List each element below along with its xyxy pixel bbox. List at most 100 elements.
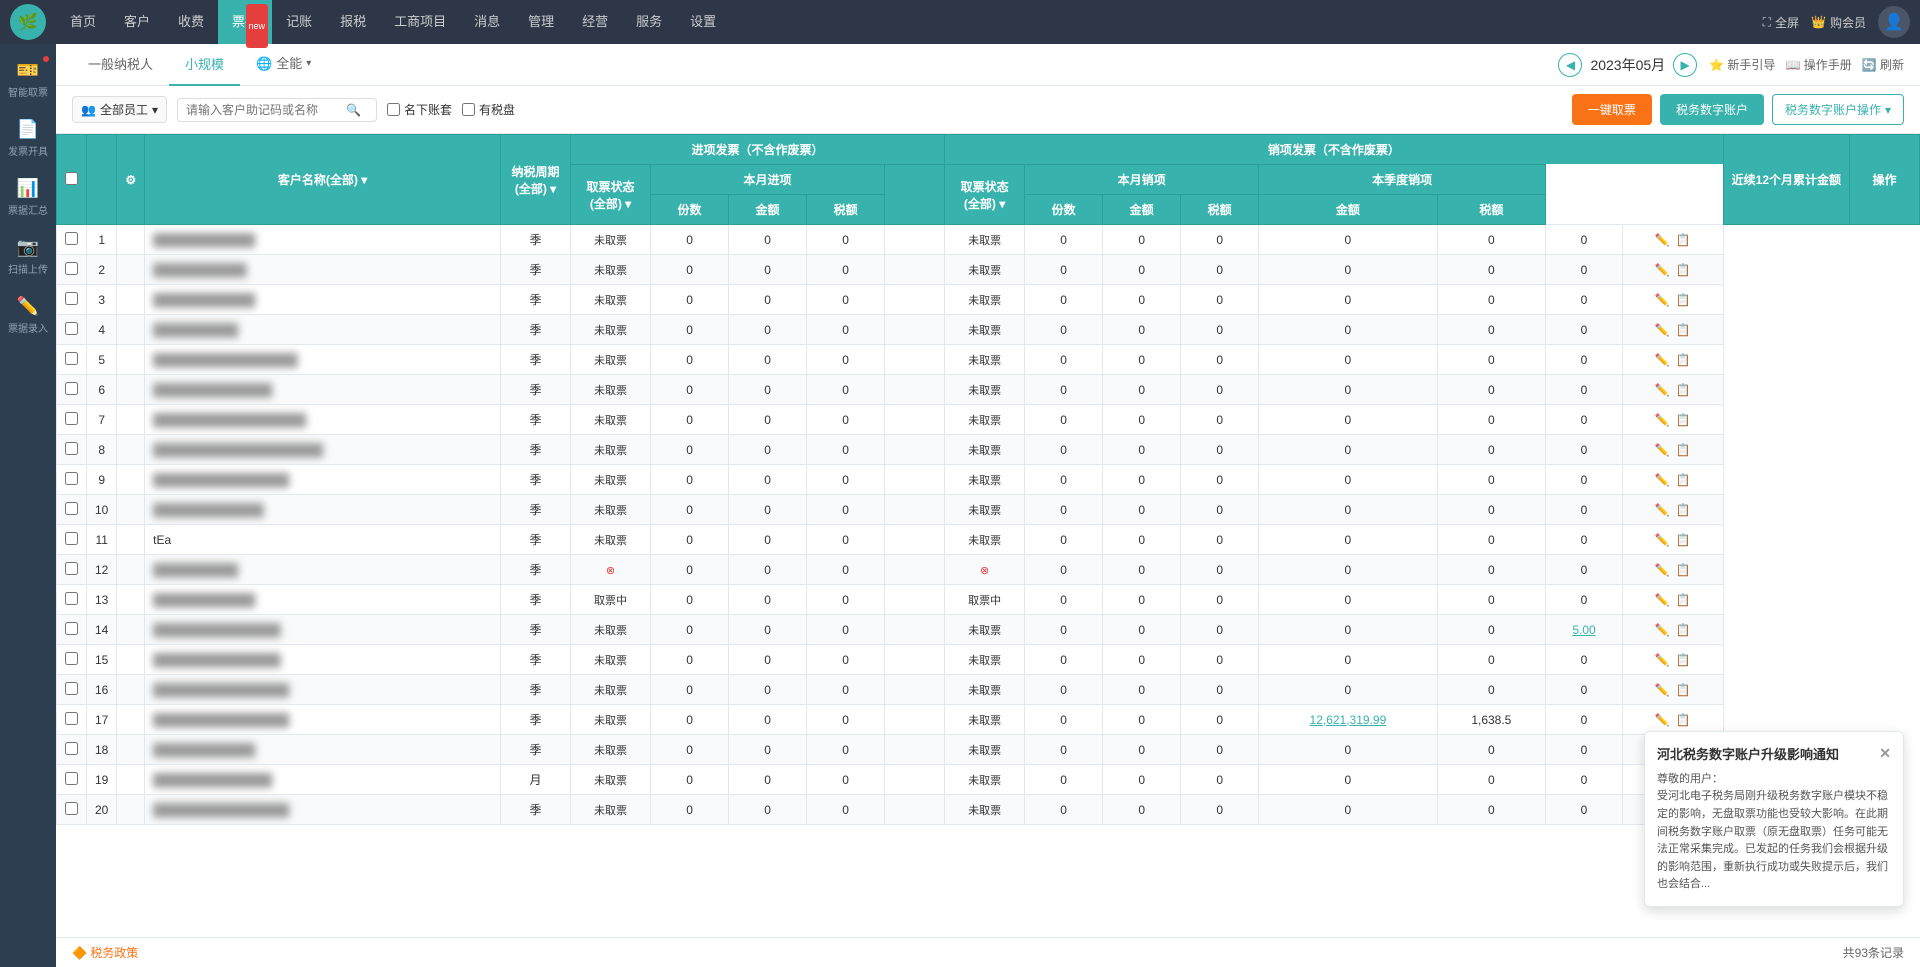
row-checkbox[interactable] <box>65 652 78 665</box>
copy-icon[interactable]: 📋 <box>1676 473 1691 487</box>
nav-service[interactable]: 服务 <box>622 0 676 44</box>
sidebar-item-scan[interactable]: 📷 扫描上传 <box>3 229 53 284</box>
tax-policy-link[interactable]: 🔶 税务政策 <box>72 944 138 961</box>
checkbox-tax-disk-input[interactable] <box>462 103 475 116</box>
edit-icon[interactable]: ✏️ <box>1655 443 1670 457</box>
checkbox-tax-disk[interactable]: 有税盘 <box>462 101 515 118</box>
edit-icon[interactable]: ✏️ <box>1655 323 1670 337</box>
fullscreen-btn[interactable]: ⛶ 全屏 <box>1763 14 1799 31</box>
digital-account-ops-btn[interactable]: 税务数字账户操作 ▾ <box>1772 94 1904 125</box>
edit-icon[interactable]: ✏️ <box>1655 533 1670 547</box>
row-checkbox[interactable] <box>65 412 78 425</box>
copy-icon[interactable]: 📋 <box>1676 353 1691 367</box>
row-checkbox[interactable] <box>65 592 78 605</box>
search-icon[interactable]: 🔍 <box>346 103 361 117</box>
sidebar-item-open-invoice[interactable]: 📄 发票开具 <box>3 111 53 166</box>
copy-icon[interactable]: 📋 <box>1676 683 1691 697</box>
copy-icon[interactable]: 📋 <box>1676 713 1691 727</box>
nav-invoice[interactable]: 票据new <box>218 0 272 44</box>
digital-account-btn[interactable]: 税务数字账户 <box>1660 94 1764 125</box>
copy-icon[interactable]: 📋 <box>1676 293 1691 307</box>
edit-icon[interactable]: ✏️ <box>1655 413 1670 427</box>
copy-icon[interactable]: 📋 <box>1676 233 1691 247</box>
qt-amount-link[interactable]: 12,621,319.99 <box>1310 713 1387 727</box>
next-month-btn[interactable]: ▶ <box>1673 53 1697 77</box>
row-checkbox[interactable] <box>65 442 78 455</box>
copy-icon[interactable]: 📋 <box>1676 503 1691 517</box>
sidebar-item-summary[interactable]: 📊 票据汇总 <box>3 170 53 225</box>
employee-select[interactable]: 👥 全部员工 ▾ <box>72 96 167 123</box>
copy-icon[interactable]: 📋 <box>1676 653 1691 667</box>
nav-accounting[interactable]: 记账 <box>272 0 326 44</box>
checkbox-sub-account[interactable]: 名下账套 <box>387 101 452 118</box>
th-out-status[interactable]: 取票状态(全部) ▾ <box>945 165 1025 225</box>
edit-icon[interactable]: ✏️ <box>1655 593 1670 607</box>
edit-icon[interactable]: ✏️ <box>1655 263 1670 277</box>
nav-message[interactable]: 消息 <box>460 0 514 44</box>
row-checkbox[interactable] <box>65 382 78 395</box>
th-period[interactable]: 纳税周期(全部) ▾ <box>501 135 571 225</box>
row-checkbox[interactable] <box>65 292 78 305</box>
one-click-btn[interactable]: 一键取票 <box>1572 94 1652 125</box>
th-in-status[interactable]: 取票状态(全部) ▾ <box>571 165 651 225</box>
copy-icon[interactable]: 📋 <box>1676 623 1691 637</box>
user-avatar[interactable]: 👤 <box>1878 6 1910 38</box>
edit-icon[interactable]: ✏️ <box>1655 473 1670 487</box>
th-name[interactable]: 客户名称(全部) ▾ <box>145 135 501 225</box>
row-checkbox[interactable] <box>65 532 78 545</box>
edit-icon[interactable]: ✏️ <box>1655 653 1670 667</box>
edit-icon[interactable]: ✏️ <box>1655 683 1670 697</box>
row-checkbox[interactable] <box>65 772 78 785</box>
select-all-checkbox[interactable] <box>65 172 78 185</box>
edit-icon[interactable]: ✏️ <box>1655 563 1670 577</box>
row-checkbox[interactable] <box>65 742 78 755</box>
edit-icon[interactable]: ✏️ <box>1655 233 1670 247</box>
search-input[interactable] <box>186 99 346 121</box>
row-checkbox[interactable] <box>65 322 78 335</box>
refresh-btn[interactable]: 🔄 刷新 <box>1862 56 1904 73</box>
row-checkbox[interactable] <box>65 712 78 725</box>
popup-close-btn[interactable]: ✕ <box>1879 745 1891 762</box>
sidebar-item-entry[interactable]: ✏️ 票据录入 <box>3 288 53 343</box>
copy-icon[interactable]: 📋 <box>1676 263 1691 277</box>
row-checkbox[interactable] <box>65 562 78 575</box>
checkbox-sub-account-input[interactable] <box>387 103 400 116</box>
nav-settings[interactable]: 设置 <box>676 0 730 44</box>
edit-icon[interactable]: ✏️ <box>1655 623 1670 637</box>
row-checkbox[interactable] <box>65 472 78 485</box>
copy-icon[interactable]: 📋 <box>1676 443 1691 457</box>
row-checkbox[interactable] <box>65 802 78 815</box>
nav-billing[interactable]: 收费 <box>164 0 218 44</box>
manual-btn[interactable]: 📖 操作手册 <box>1785 56 1851 73</box>
row-checkbox[interactable] <box>65 502 78 515</box>
nav-operation[interactable]: 经营 <box>568 0 622 44</box>
nav-home[interactable]: 首页 <box>56 0 110 44</box>
member-btn[interactable]: 👑 购会员 <box>1811 14 1866 31</box>
nav-business[interactable]: 工商项目 <box>380 0 460 44</box>
row-checkbox[interactable] <box>65 622 78 635</box>
edit-icon[interactable]: ✏️ <box>1655 293 1670 307</box>
edit-icon[interactable]: ✏️ <box>1655 503 1670 517</box>
edit-icon[interactable]: ✏️ <box>1655 383 1670 397</box>
nav-manage[interactable]: 管理 <box>514 0 568 44</box>
copy-icon[interactable]: 📋 <box>1676 563 1691 577</box>
copy-icon[interactable]: 📋 <box>1676 413 1691 427</box>
tab-general-taxpayer[interactable]: 一般纳税人 <box>72 44 169 86</box>
nav-tax[interactable]: 报税 <box>326 0 380 44</box>
cumulative-link[interactable]: 5.00 <box>1572 623 1595 637</box>
prev-month-btn[interactable]: ◀ <box>1558 53 1582 77</box>
copy-icon[interactable]: 📋 <box>1676 593 1691 607</box>
row-checkbox[interactable] <box>65 262 78 275</box>
sidebar-item-smart-invoice[interactable]: 🎫 智能取票 <box>3 52 53 107</box>
edit-icon[interactable]: ✏️ <box>1655 713 1670 727</box>
row-checkbox[interactable] <box>65 232 78 245</box>
row-checkbox[interactable] <box>65 682 78 695</box>
tab-all[interactable]: 🌐 全能 ▾ <box>240 44 327 86</box>
edit-icon[interactable]: ✏️ <box>1655 353 1670 367</box>
app-logo[interactable]: 🌿 <box>10 4 46 40</box>
copy-icon[interactable]: 📋 <box>1676 323 1691 337</box>
nav-customer[interactable]: 客户 <box>110 0 164 44</box>
copy-icon[interactable]: 📋 <box>1676 533 1691 547</box>
tab-small-scale[interactable]: 小规模 <box>169 44 240 86</box>
row-checkbox[interactable] <box>65 352 78 365</box>
